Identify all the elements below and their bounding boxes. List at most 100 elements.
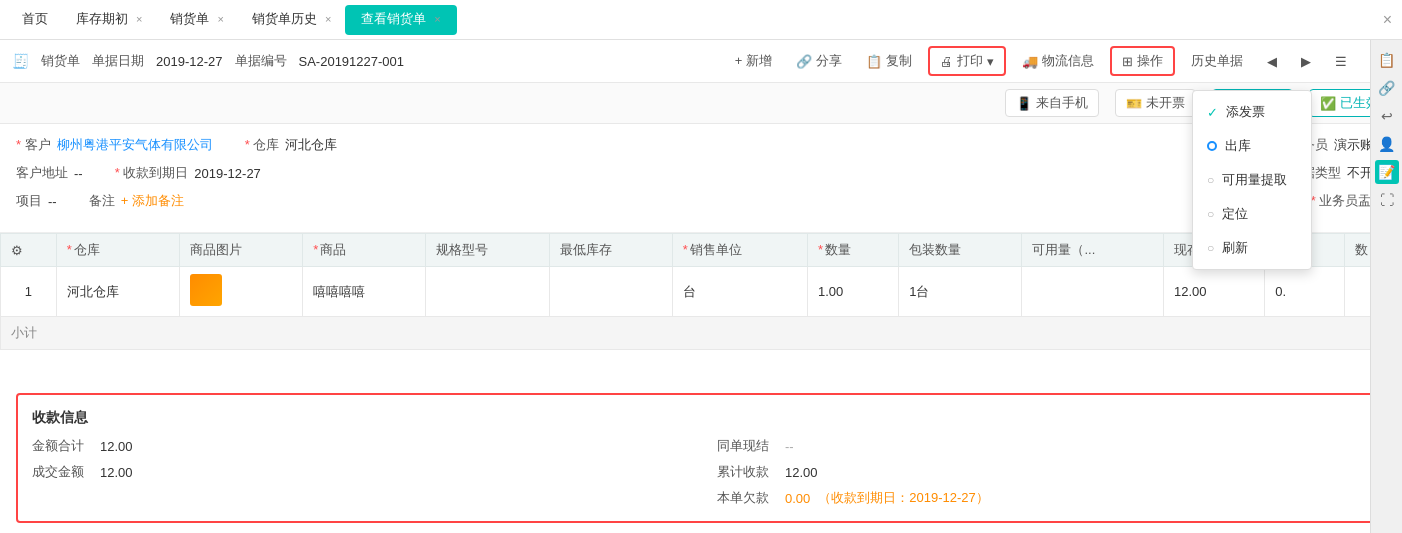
row-unit: 台 xyxy=(672,267,807,317)
doc-icon: 🧾 xyxy=(12,53,29,69)
row-no: 1 xyxy=(1,267,57,317)
project-label: 项目 xyxy=(16,192,42,210)
print-button[interactable]: 🖨 打印 ▾ xyxy=(932,48,1002,74)
ticket-icon: 🎫 xyxy=(1126,96,1142,111)
salesperson-label: 业务员盂 xyxy=(1311,192,1372,210)
mobile-icon: 📱 xyxy=(1016,96,1032,111)
available-circle-icon: ○ xyxy=(1207,173,1214,187)
note-field: 备注 + 添加备注 xyxy=(89,192,184,210)
new-button[interactable]: + 新增 xyxy=(727,48,780,74)
bottom-right-col: 同单现结 -- 累计收款 12.00 本单欠款 0.00 （收款到期日：2019… xyxy=(717,437,1370,507)
due-date-value: 2019-12-27 xyxy=(194,166,261,181)
sidebar-icon-1[interactable]: 📋 xyxy=(1375,48,1399,72)
view-toggle-list[interactable]: ☰ xyxy=(1327,50,1355,73)
table-row: 1 河北仓库 嘻嘻嘻嘻 台 1.00 1台 12.00 0. xyxy=(1,267,1402,317)
copy-button[interactable]: 📋 复制 xyxy=(858,48,920,74)
close-tab-sales[interactable]: × xyxy=(217,13,223,25)
customer-field: 客户 柳州粤港平安气体有限公司 xyxy=(16,136,213,154)
operations-dropdown: ✓ 添发票 出库 ○ 可用量提取 ○ 定位 ○ 刷新 xyxy=(1192,90,1312,270)
dropdown-item-refresh[interactable]: ○ 刷新 xyxy=(1193,231,1311,265)
sidebar-icon-2[interactable]: 🔗 xyxy=(1375,76,1399,100)
close-tab-view-sales[interactable]: × xyxy=(434,13,440,25)
operations-button[interactable]: ⊞ 操作 xyxy=(1114,48,1171,74)
from-mobile-button[interactable]: 📱 来自手机 xyxy=(1005,89,1099,117)
dropdown-item-available[interactable]: ○ 可用量提取 xyxy=(1193,163,1311,197)
sidebar-icon-5[interactable]: 📝 xyxy=(1375,160,1399,184)
available-label: 可用量提取 xyxy=(1222,171,1287,189)
tab-sales[interactable]: 销货单 × xyxy=(156,0,237,40)
sidebar-icon-4[interactable]: 👤 xyxy=(1375,132,1399,156)
total-label: 金额合计 xyxy=(32,437,92,455)
share-button[interactable]: 🔗 分享 xyxy=(788,48,850,74)
tab-home[interactable]: 首页 xyxy=(8,0,62,40)
project-value: -- xyxy=(48,194,57,209)
deal-value: 12.00 xyxy=(100,465,133,480)
address-value: -- xyxy=(74,166,83,181)
col-quantity: *数量 xyxy=(807,234,898,267)
doc-toolbar-left: 🧾 销货单 单据日期 2019-12-27 单据编号 SA-20191227-0… xyxy=(12,52,711,70)
bottom-left-col: 金额合计 12.00 成交金额 12.00 xyxy=(32,437,685,507)
close-all-tabs[interactable]: × xyxy=(1383,11,1392,29)
next-record-button[interactable]: ▶ xyxy=(1293,50,1319,73)
warehouse-field: 仓库 河北仓库 xyxy=(245,136,338,154)
customer-value[interactable]: 柳州粤港平安气体有限公司 xyxy=(57,136,213,154)
col-image: 商品图片 xyxy=(179,234,302,267)
not-opened-button[interactable]: 🎫 未开票 xyxy=(1115,89,1196,117)
row-warehouse: 河北仓库 xyxy=(56,267,179,317)
doc-no-label: 单据编号 xyxy=(235,52,287,70)
row-packqty: 1台 xyxy=(899,267,1022,317)
due-row: 本单欠款 0.00 （收款到期日：2019-12-27） xyxy=(717,489,1370,507)
outbound-dot-icon xyxy=(1207,141,1217,151)
close-tab-sales-history[interactable]: × xyxy=(325,13,331,25)
history-button[interactable]: 历史单据 xyxy=(1183,48,1251,74)
outbound-label: 出库 xyxy=(1225,137,1251,155)
due-date-label: 收款到期日 xyxy=(115,164,189,182)
doc-toolbar: 🧾 销货单 单据日期 2019-12-27 单据编号 SA-20191227-0… xyxy=(0,40,1402,83)
doc-date-value: 2019-12-27 xyxy=(156,54,223,69)
operations-highlight-box: ⊞ 操作 xyxy=(1110,46,1175,76)
subtotal-label: 小计 xyxy=(1,317,1402,350)
close-tab-inventory[interactable]: × xyxy=(136,13,142,25)
print-dropdown-icon: ▾ xyxy=(987,54,994,69)
locate-label: 定位 xyxy=(1222,205,1248,223)
note-label: 备注 xyxy=(89,192,115,210)
total-value: 12.00 xyxy=(100,439,133,454)
row-image xyxy=(179,267,302,317)
locate-circle-icon: ○ xyxy=(1207,207,1214,221)
dropdown-item-invoice[interactable]: ✓ 添发票 xyxy=(1193,95,1311,129)
tab-bar: 首页 库存期初 × 销货单 × 销货单历史 × 查看销货单 × × xyxy=(0,0,1402,40)
dropdown-item-outbound[interactable]: 出库 xyxy=(1193,129,1311,163)
grid-icon: ⊞ xyxy=(1122,54,1133,69)
logistics-button[interactable]: 🚚 物流信息 xyxy=(1014,48,1102,74)
due-date-field: 收款到期日 2019-12-27 xyxy=(115,164,261,182)
invoice-check-icon: ✓ xyxy=(1207,105,1218,120)
subtotal-row: 小计 xyxy=(1,317,1402,350)
sidebar-icon-expand[interactable]: ⛶ xyxy=(1375,188,1399,212)
prev-record-button[interactable]: ◀ xyxy=(1259,50,1285,73)
sidebar-icon-3[interactable]: ↩ xyxy=(1375,104,1399,128)
same-order-label: 同单现结 xyxy=(717,437,777,455)
customer-label: 客户 xyxy=(16,136,51,154)
refresh-circle-icon: ○ xyxy=(1207,241,1214,255)
form-row-1: 客户 柳州粤港平安气体有限公司 仓库 河北仓库 业务员 演示账号 xyxy=(16,136,1386,154)
doc-toolbar-right: + 新增 🔗 分享 📋 复制 🖨 打印 ▾ 🚚 物流信息 xyxy=(727,46,1390,76)
col-available: 可用量（... xyxy=(1022,234,1164,267)
cumulative-label: 累计收款 xyxy=(717,463,777,481)
print-highlight-box: 🖨 打印 ▾ xyxy=(928,46,1006,76)
form-row-3: 项目 -- 备注 + 添加备注 业务员盂 -- xyxy=(16,192,1386,210)
doc-date-label: 单据日期 xyxy=(92,52,144,70)
due-label: 本单欠款 xyxy=(717,489,777,507)
deal-row: 成交金额 12.00 xyxy=(32,463,685,481)
dropdown-item-locate[interactable]: ○ 定位 xyxy=(1193,197,1311,231)
add-note-button[interactable]: + 添加备注 xyxy=(121,192,184,210)
tab-sales-history[interactable]: 销货单历史 × xyxy=(238,0,345,40)
form-row-2: 客户地址 -- 收款到期日 2019-12-27 票据类型 不开票 xyxy=(16,164,1386,182)
copy-icon: 📋 xyxy=(866,54,882,69)
col-minstock: 最低库存 xyxy=(549,234,672,267)
col-model: 规格型号 xyxy=(426,234,549,267)
row-model xyxy=(426,267,549,317)
address-field: 客户地址 -- xyxy=(16,164,83,182)
tab-view-sales[interactable]: 查看销货单 × xyxy=(345,5,456,35)
settings-icon[interactable]: ⚙ xyxy=(11,243,23,258)
tab-inventory[interactable]: 库存期初 × xyxy=(62,0,156,40)
